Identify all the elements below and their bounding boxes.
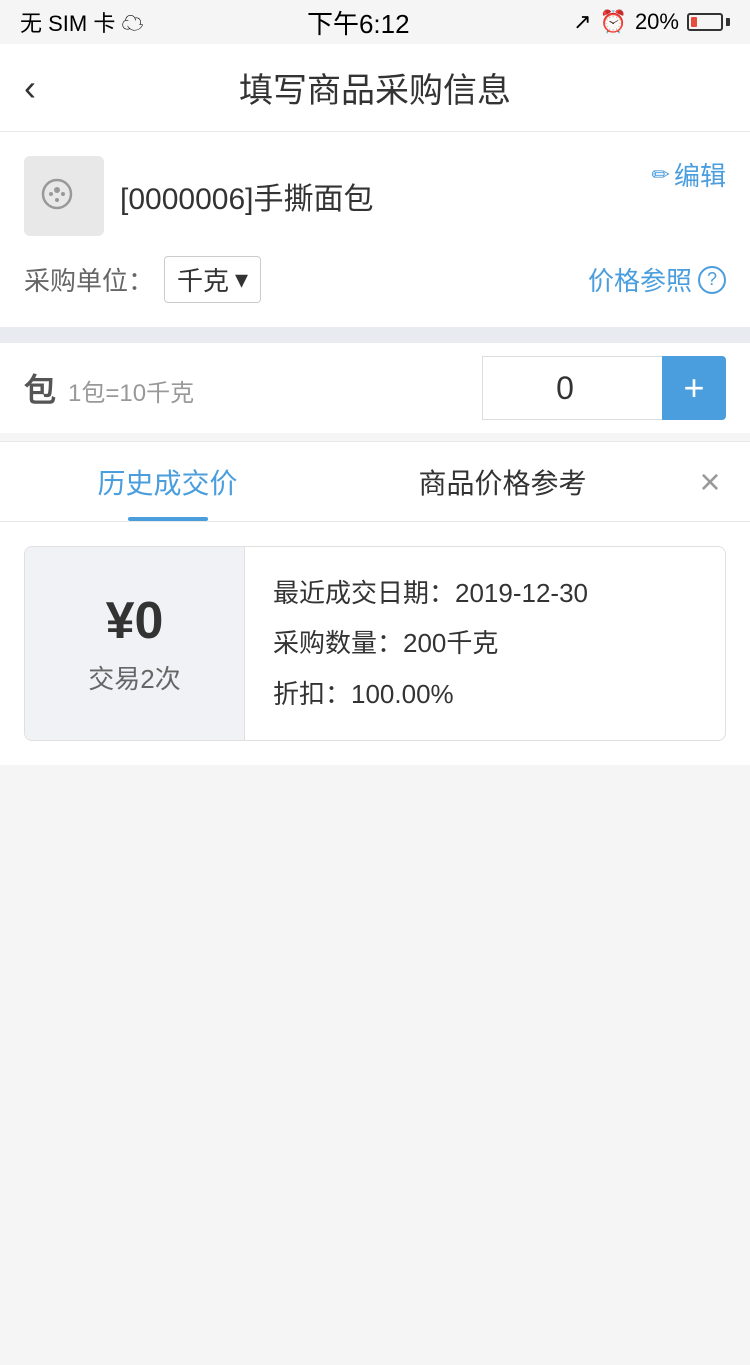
tab-product-price-ref[interactable]: 商品价格参考: [335, 442, 670, 521]
history-trades: 交易2次: [88, 659, 180, 696]
tab-close-button[interactable]: ×: [670, 461, 750, 503]
status-time: 下午6:12: [307, 4, 410, 41]
battery-percent: 20%: [635, 9, 679, 35]
section-divider: [0, 327, 750, 343]
price-ref-label: 价格参照: [588, 261, 692, 298]
tabs-section: 历史成交价 商品价格参考 × ¥0 交易2次 最近成交日期：2019-12-30…: [0, 441, 750, 765]
product-name: [0000006]手撕面包: [120, 174, 373, 218]
edit-icon: ✏: [652, 162, 670, 188]
tab-history-label: 历史成交价: [97, 462, 237, 502]
status-left: 无 SIM 卡 ☁: [20, 6, 143, 38]
history-card-right: 最近成交日期：2019-12-30 采购数量：200千克 折扣：100.00%: [245, 547, 725, 740]
qty-conversion: 1包=10千克: [68, 373, 194, 408]
quantity-row: 包 1包=10千克 +: [0, 343, 750, 433]
product-left: [0000006]手撕面包: [24, 156, 373, 236]
page-title: 填写商品采购信息: [239, 63, 511, 112]
alarm-icon: ⏰: [600, 9, 627, 35]
product-unit-row: 采购单位： 千克 ▾ 价格参照 ?: [24, 256, 726, 303]
qty-plus-button[interactable]: +: [662, 356, 726, 420]
qty-input-wrap: +: [482, 356, 726, 420]
history-price: ¥0: [106, 591, 164, 651]
product-section: [0000006]手撕面包 ✏ 编辑 采购单位： 千克 ▾ 价格参照 ?: [0, 132, 750, 327]
help-icon: ?: [698, 266, 726, 294]
discount-value: 100.00%: [351, 679, 454, 709]
unit-value: 千克: [177, 261, 229, 298]
nav-bar: ‹ 填写商品采购信息: [0, 44, 750, 132]
tabs-header: 历史成交价 商品价格参考 ×: [0, 442, 750, 522]
edit-label: 编辑: [674, 156, 726, 193]
location-icon: ↗: [573, 9, 591, 35]
date-label: 最近成交日期：: [273, 578, 455, 608]
status-right: ↗ ⏰ 20%: [573, 9, 730, 35]
status-bar: 无 SIM 卡 ☁ 下午6:12 ↗ ⏰ 20%: [0, 0, 750, 44]
quantity-input[interactable]: [482, 356, 662, 420]
history-qty-row: 采购数量：200千克: [273, 625, 697, 661]
edit-button[interactable]: ✏ 编辑: [652, 156, 726, 193]
qty-label: 采购数量：: [273, 628, 403, 658]
product-header: [0000006]手撕面包 ✏ 编辑: [24, 156, 726, 236]
price-ref-button[interactable]: 价格参照 ?: [588, 261, 726, 298]
history-discount-row: 折扣：100.00%: [273, 676, 697, 712]
quantity-left: 包 1包=10千克: [24, 365, 194, 411]
qty-unit-label: 包: [24, 365, 56, 411]
back-button[interactable]: ‹: [24, 67, 36, 109]
history-card-left: ¥0 交易2次: [25, 547, 245, 740]
tab-product-price-label: 商品价格参考: [418, 462, 586, 502]
unit-label: 采购单位：: [24, 261, 154, 298]
history-card: ¥0 交易2次 最近成交日期：2019-12-30 采购数量：200千克 折扣：…: [24, 546, 726, 741]
discount-label: 折扣：: [273, 679, 351, 709]
product-thumbnail: [24, 156, 104, 236]
battery-icon: [687, 13, 730, 31]
date-value: 2019-12-30: [455, 578, 588, 608]
history-date-row: 最近成交日期：2019-12-30: [273, 575, 697, 611]
qty-value: 200千克: [403, 628, 498, 658]
tab-history-price[interactable]: 历史成交价: [0, 442, 335, 521]
unit-select[interactable]: 千克 ▾: [164, 256, 261, 303]
sim-label: 无 SIM 卡 ☁: [20, 6, 143, 38]
tab-underline: [128, 517, 208, 521]
history-content: ¥0 交易2次 最近成交日期：2019-12-30 采购数量：200千克 折扣：…: [0, 522, 750, 765]
chevron-down-icon: ▾: [235, 264, 248, 295]
page-body: [0, 765, 750, 1365]
